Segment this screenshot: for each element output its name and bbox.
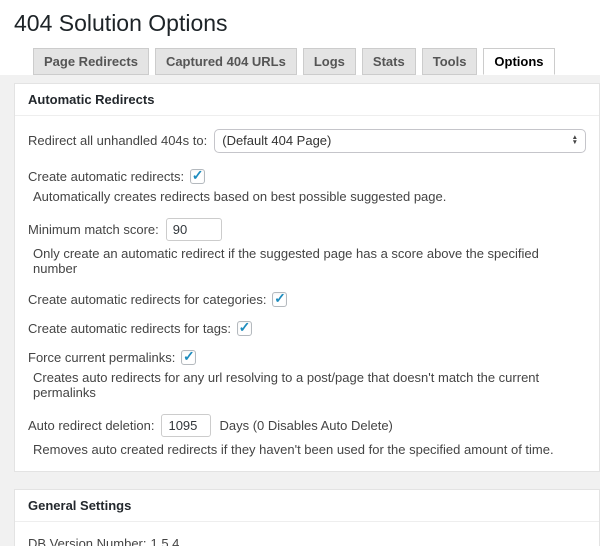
create-auto-checkbox[interactable]: ✓ [190, 169, 205, 184]
tags-checkbox[interactable]: ✓ [237, 321, 252, 336]
categories-label: Create automatic redirects for categorie… [28, 292, 266, 307]
select-arrows-icon: ▲▼ [572, 136, 578, 146]
tab-captured-404-urls[interactable]: Captured 404 URLs [155, 48, 297, 75]
db-version-row: DB Version Number: 1.5.4 [28, 536, 586, 546]
tab-page-redirects[interactable]: Page Redirects [33, 48, 149, 75]
permalinks-checkbox[interactable]: ✓ [181, 350, 196, 365]
permalinks-label: Force current permalinks: [28, 350, 175, 365]
deletion-label: Auto redirect deletion: [28, 418, 154, 433]
redirect-all-selected-value: (Default 404 Page) [222, 133, 331, 148]
permalinks-row: Force current permalinks: ✓ [28, 350, 586, 365]
check-icon: ✓ [192, 168, 204, 182]
tab-tools[interactable]: Tools [422, 48, 478, 75]
min-score-label: Minimum match score: [28, 222, 159, 237]
create-auto-row: Create automatic redirects: ✓ [28, 169, 586, 184]
categories-row: Create automatic redirects for categorie… [28, 292, 586, 307]
settings-body: Automatic Redirects Redirect all unhandl… [0, 75, 600, 546]
deletion-suffix: Days (0 Disables Auto Delete) [219, 418, 392, 433]
automatic-redirects-heading: Automatic Redirects [15, 84, 599, 116]
redirect-all-row: Redirect all unhandled 404s to: (Default… [28, 129, 586, 153]
page-title: 404 Solution Options [14, 10, 600, 38]
deletion-days-input[interactable] [161, 414, 211, 437]
tags-label: Create automatic redirects for tags: [28, 321, 231, 336]
tab-bar: Page Redirects Captured 404 URLs Logs St… [14, 48, 600, 75]
check-icon: ✓ [274, 291, 286, 305]
check-icon: ✓ [183, 349, 195, 363]
redirect-all-select[interactable]: (Default 404 Page) ▲▼ [214, 129, 586, 153]
min-score-row: Minimum match score: [28, 218, 586, 241]
deletion-description: Removes auto created redirects if they h… [28, 442, 586, 457]
tab-logs[interactable]: Logs [303, 48, 356, 75]
permalinks-description: Creates auto redirects for any url resol… [28, 370, 586, 400]
create-auto-description: Automatically creates redirects based on… [28, 189, 586, 204]
tab-options[interactable]: Options [483, 48, 554, 75]
page-header: 404 Solution Options Page Redirects Capt… [0, 0, 600, 75]
check-icon: ✓ [239, 320, 251, 334]
min-score-description: Only create an automatic redirect if the… [28, 246, 586, 276]
deletion-row: Auto redirect deletion: Days (0 Disables… [28, 414, 586, 437]
db-version-value: 1.5.4 [151, 536, 180, 546]
db-version-label: DB Version Number: [28, 536, 147, 546]
min-score-input[interactable] [166, 218, 222, 241]
tags-row: Create automatic redirects for tags: ✓ [28, 321, 586, 336]
tab-stats[interactable]: Stats [362, 48, 416, 75]
redirect-all-label: Redirect all unhandled 404s to: [28, 133, 207, 148]
general-settings-panel: General Settings DB Version Number: 1.5.… [14, 489, 600, 546]
general-settings-heading: General Settings [15, 490, 599, 522]
categories-checkbox[interactable]: ✓ [272, 292, 287, 307]
create-auto-label: Create automatic redirects: [28, 169, 184, 184]
automatic-redirects-panel: Automatic Redirects Redirect all unhandl… [14, 83, 600, 472]
